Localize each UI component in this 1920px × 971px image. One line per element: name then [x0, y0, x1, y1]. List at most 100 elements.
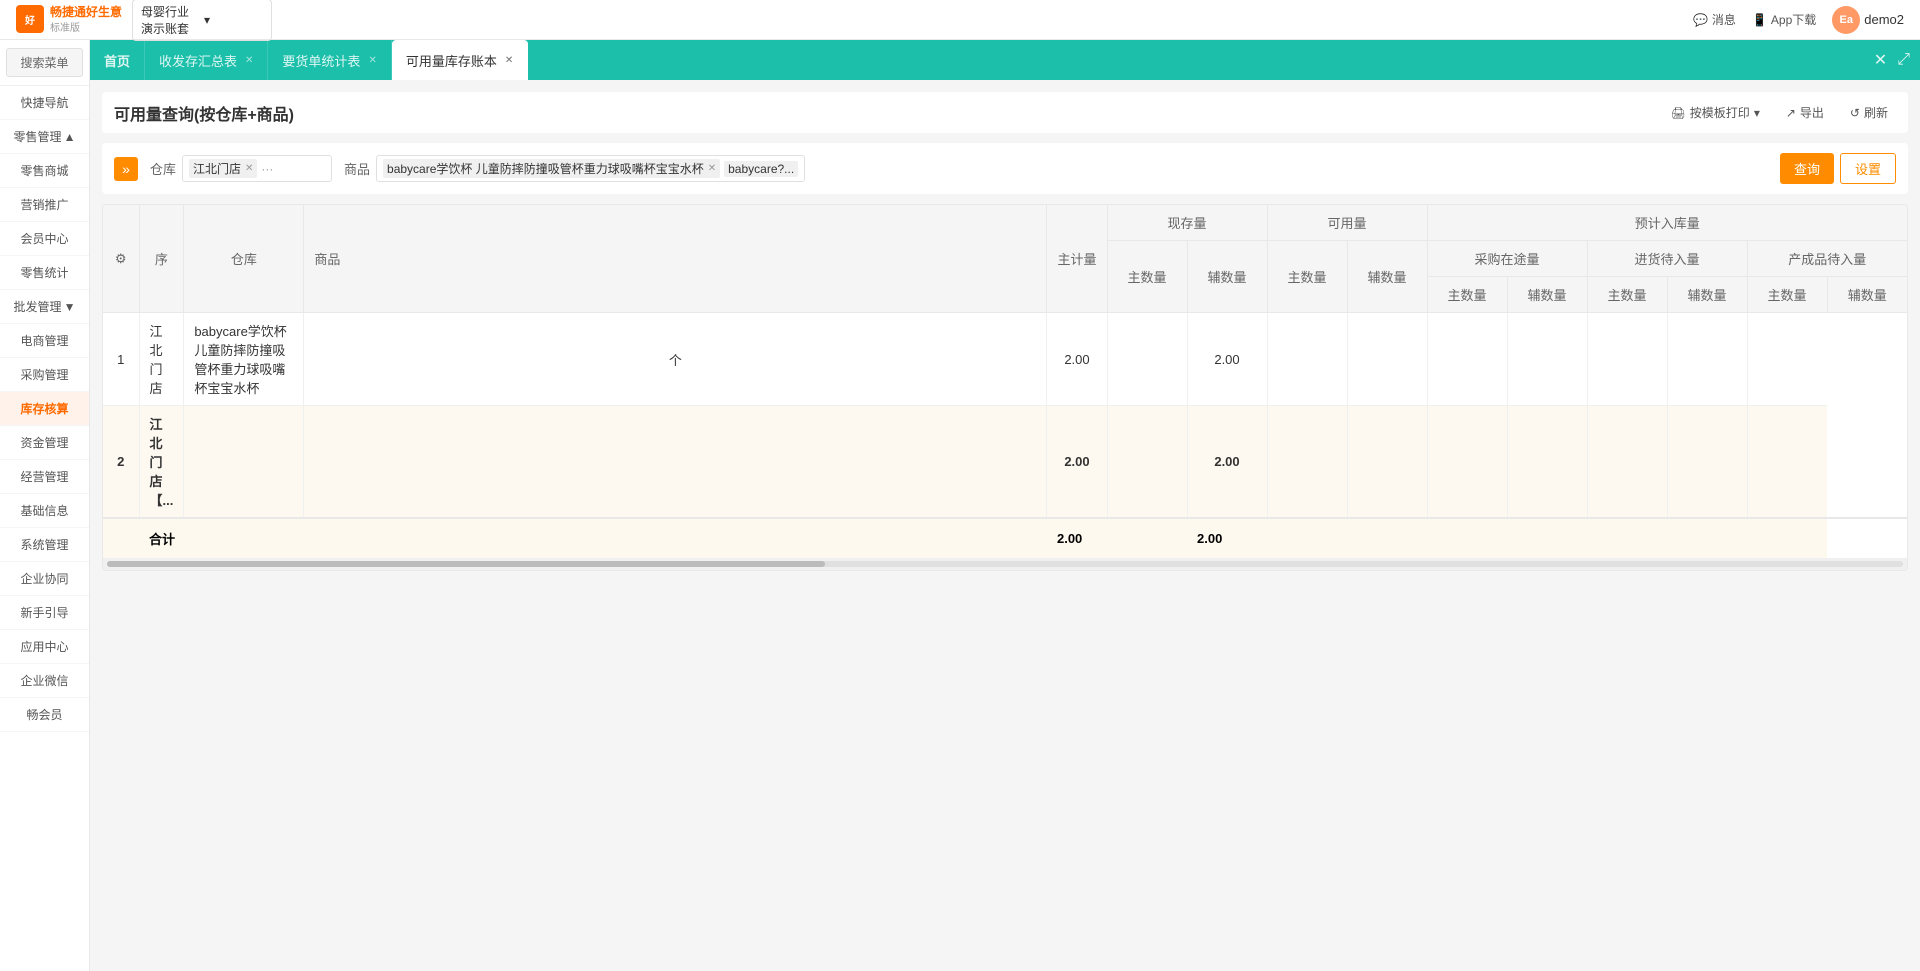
th-proc-main: 主数量 [1427, 277, 1507, 313]
th-purchase-pending: 进货待入量 [1587, 241, 1747, 277]
username: demo2 [1864, 12, 1904, 27]
sidebar-item-purchase[interactable]: 采购管理 [0, 358, 89, 392]
page-header: 可用量查询(按仓库+商品) 🖨 按模板打印 ▾ ↗ 导出 ↺ 刷新 [102, 92, 1908, 133]
export-btn[interactable]: ↗ 导出 [1778, 100, 1832, 125]
tab-home-label: 首页 [104, 51, 130, 70]
sidebar-item-app-center[interactable]: 应用中心 [0, 630, 89, 664]
top-bar-left: 好 畅捷通好生意 标准版 母婴行业演示账套 ▾ [16, 0, 272, 41]
sidebar-item-vip[interactable]: 畅会员 [0, 698, 89, 732]
footer-prod-aux [1747, 518, 1827, 558]
sidebar-item-new-guide[interactable]: 新手引导 [0, 596, 89, 630]
th-settings[interactable]: ⚙ [103, 205, 139, 313]
close-all-tabs-btn[interactable]: ✕ [1874, 50, 1887, 70]
tab-available-close[interactable]: ✕ [505, 55, 513, 66]
wholesale-expand-icon: ▼ [64, 300, 76, 314]
sidebar-item-enterprise-collab[interactable]: 企业协同 [0, 562, 89, 596]
sidebar-item-quick-nav[interactable]: 快捷导航 [0, 86, 89, 120]
footer-avail-main: 2.00 [1187, 518, 1267, 558]
row1-no: 1 [103, 313, 139, 406]
enterprise-collab-label: 企业协同 [20, 572, 68, 586]
row2-current-aux [1107, 406, 1187, 519]
th-proc-aux: 辅数量 [1507, 277, 1587, 313]
row1-prod-main [1667, 313, 1747, 406]
export-icon: ↗ [1786, 106, 1796, 120]
th-unit: 主计量 [1047, 205, 1107, 313]
store-selector[interactable]: 母婴行业演示账套 ▾ [132, 0, 272, 41]
app-download-btn[interactable]: 📱 App下载 [1752, 11, 1816, 28]
query-btn[interactable]: 查询 [1780, 153, 1834, 184]
tab-home[interactable]: 首页 [90, 40, 145, 80]
warehouse-tags-input[interactable]: 江北门店 ✕ ··· [182, 155, 332, 182]
sidebar-item-retail-mall[interactable]: 零售商城 [0, 154, 89, 188]
sidebar-search-area: 搜索菜单 [0, 40, 89, 86]
row1-current-main: 2.00 [1047, 313, 1107, 406]
sidebar-item-retail-mgmt[interactable]: 零售管理 ▲ [0, 120, 89, 154]
tab-order-stats[interactable]: 要货单统计表 ✕ [268, 40, 391, 80]
search-menu-btn[interactable]: 搜索菜单 [6, 48, 83, 77]
new-guide-label: 新手引导 [20, 606, 68, 620]
logo-area: 好 畅捷通好生意 标准版 [16, 5, 122, 34]
operation-label: 经营管理 [20, 470, 68, 484]
ecommerce-label: 电商管理 [20, 334, 68, 348]
wholesale-label: 批发管理 [14, 298, 62, 315]
retail-mgmt-label: 零售管理 [14, 128, 62, 145]
message-icon: 💬 [1693, 13, 1708, 27]
filter-expand-btn[interactable]: » [114, 157, 138, 181]
scroll-track [107, 561, 1903, 567]
sidebar-item-ecommerce[interactable]: 电商管理 [0, 324, 89, 358]
logo-icon: 好 [16, 5, 44, 33]
row2-proc-aux [1427, 406, 1507, 519]
horizontal-scrollbar[interactable] [103, 558, 1907, 570]
table-body: 1 江北门店 babycare学饮杯 儿童防摔防撞吸管杯重力球吸嘴杯宝宝水杯 个… [103, 313, 1907, 519]
user-area[interactable]: Ea demo2 [1832, 6, 1904, 34]
th-no: 序 [139, 205, 184, 313]
row1-warehouse: 江北门店 [139, 313, 184, 406]
sidebar-item-marketing[interactable]: 营销推广 [0, 188, 89, 222]
product-tag-remove[interactable]: ✕ [708, 163, 716, 174]
sidebar-item-retail-stats[interactable]: 零售统计 [0, 256, 89, 290]
row1-current-aux [1107, 313, 1187, 406]
row2-avail-main: 2.00 [1187, 406, 1267, 519]
print-label: 按模板打印 [1690, 104, 1750, 121]
tab-receive-close[interactable]: ✕ [245, 55, 253, 66]
product-tag-2-text: babycare?... [728, 162, 794, 176]
th-current-stock: 现存量 [1107, 205, 1267, 241]
warehouse-more[interactable]: ··· [261, 162, 273, 176]
sidebar-item-wholesale[interactable]: 批发管理 ▼ [0, 290, 89, 324]
row2-current-main: 2.00 [1047, 406, 1107, 519]
avatar: Ea [1832, 6, 1860, 34]
sidebar-item-enterprise-wechat[interactable]: 企业微信 [0, 664, 89, 698]
scroll-thumb [107, 561, 825, 567]
setting-btn[interactable]: 设置 [1840, 153, 1896, 184]
product-tags-input[interactable]: babycare学饮杯 儿童防摔防撞吸管杯重力球吸嘴杯宝宝水杯 ✕ babyca… [376, 155, 805, 182]
th-procurement: 采购在途量 [1427, 241, 1587, 277]
sidebar-item-finance[interactable]: 资金管理 [0, 426, 89, 460]
tab-available-stock[interactable]: 可用量库存账本 ✕ [392, 40, 528, 80]
message-btn[interactable]: 💬 消息 [1693, 11, 1736, 28]
tab-receive-label: 收发存汇总表 [159, 51, 237, 70]
tab-receive-summary[interactable]: 收发存汇总表 ✕ [145, 40, 268, 80]
refresh-btn[interactable]: ↺ 刷新 [1842, 100, 1896, 125]
warehouse-tag-remove[interactable]: ✕ [245, 163, 253, 174]
sidebar-item-basic-info[interactable]: 基础信息 [0, 494, 89, 528]
top-bar: 好 畅捷通好生意 标准版 母婴行业演示账套 ▾ 💬 消息 📱 App下载 Ea … [0, 0, 1920, 40]
th-product-pending: 产成品待入量 [1747, 241, 1907, 277]
member-label: 会员中心 [20, 232, 68, 246]
sidebar-item-operation[interactable]: 经营管理 [0, 460, 89, 494]
tab-order-close[interactable]: ✕ [368, 55, 376, 66]
footer-purch-aux [1587, 518, 1667, 558]
print-btn[interactable]: 🖨 按模板打印 ▾ [1663, 100, 1768, 125]
sidebar-item-system[interactable]: 系统管理 [0, 528, 89, 562]
th-prod-aux: 辅数量 [1827, 277, 1907, 313]
finance-label: 资金管理 [20, 436, 68, 450]
footer-current-aux [1107, 518, 1187, 558]
export-label: 导出 [1800, 104, 1824, 121]
expand-tabs-btn[interactable]: ⤢ [1897, 51, 1910, 69]
sidebar-item-member[interactable]: 会员中心 [0, 222, 89, 256]
product-tag-2: babycare?... [724, 161, 798, 177]
sidebar-item-inventory[interactable]: 库存核算 [0, 392, 89, 426]
th-warehouse: 仓库 [184, 205, 304, 313]
footer-purch-main [1507, 518, 1587, 558]
row1-avail-main: 2.00 [1187, 313, 1267, 406]
th-purch-aux: 辅数量 [1667, 277, 1747, 313]
